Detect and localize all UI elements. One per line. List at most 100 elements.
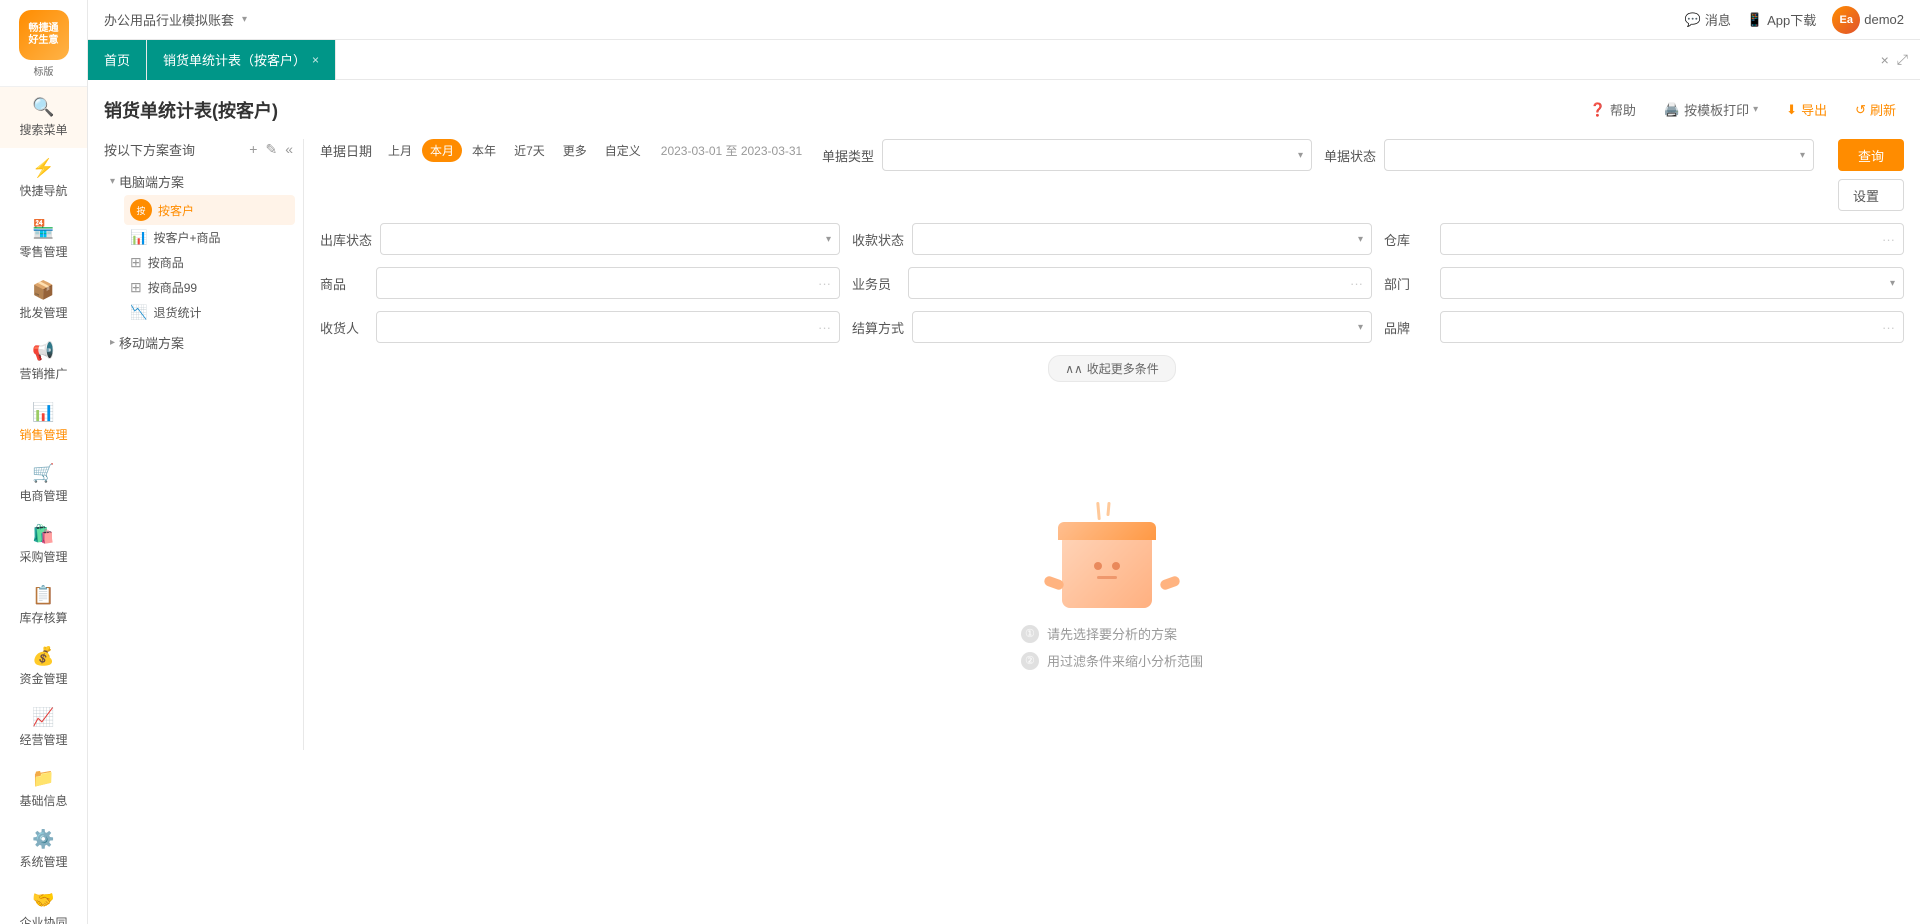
filter-date-col: 单据日期 上月 本月 本年 近7天 更多 自定义 2023-03-01 至 20… [320,139,810,162]
add-scheme-icon[interactable]: + [247,139,259,160]
date-tab-7days[interactable]: 近7天 [506,139,553,162]
tree-by-goods-label: 按商品 [148,254,184,271]
inventory-icon: 📋 [32,585,54,606]
tree-item-by-goods99[interactable]: ⊞ 按商品99 [124,275,295,300]
system-icon: ⚙️ [32,829,54,850]
message-icon: 💬 [1685,12,1701,28]
tree-sub-items: 按 按客户 📊 按客户+商品 ⊞ 按商品 ⊞ [104,195,295,325]
eye-left [1094,562,1102,570]
print-dropdown-icon[interactable]: ▾ [1753,104,1758,115]
sidebar-item-search[interactable]: 🔍 搜索菜单 [0,87,87,148]
user-profile[interactable]: Ea demo2 [1832,6,1904,34]
tab-home-label: 首页 [104,50,130,69]
doc-type-arrow-icon: ▾ [1298,150,1303,161]
doc-type-control[interactable]: ▾ [882,139,1312,171]
left-panel-title: 按以下方案查询 [104,140,195,159]
tabs-bar: 首页 销货单统计表（按客户） × × ⤢ [88,40,1920,80]
sidebar-item-basic[interactable]: 📁 基础信息 [0,758,87,819]
purchase-icon: 🛍️ [32,524,54,545]
sidebar-item-enterprise[interactable]: 🤝 企业协同 [0,880,87,924]
tree-by-customer-label: 按客户 [158,202,194,219]
tree-mobile-group[interactable]: ▸ 移动端方案 [104,329,295,356]
logo[interactable]: 畅捷通好生意 标版 [0,0,87,87]
help-icon: ❓ [1590,102,1606,118]
collapse-button[interactable]: ∧∧ 收起更多条件 [1048,355,1176,382]
breadcrumb-dropdown-icon[interactable]: ▾ [242,14,247,25]
out-status-arrow-icon: ▾ [826,234,831,245]
receipt-status-control[interactable]: ▾ [912,223,1372,255]
collapse-panel-icon[interactable]: « [283,139,295,160]
logo-subtitle: 标版 [34,63,54,78]
sidebar-item-retail-label: 零售管理 [19,243,67,260]
sidebar-item-ecommerce-label: 电商管理 [19,487,67,504]
brand-control[interactable]: ··· [1440,311,1904,343]
sidebar-item-marketing[interactable]: 📢 营销推广 [0,331,87,392]
settle-control[interactable]: ▾ [912,311,1372,343]
left-panel: 按以下方案查询 + ✎ « ▾ 电脑端方案 [104,139,304,750]
tree-item-return-stats[interactable]: 📉 退货统计 [124,300,295,325]
top-header: 办公用品行业模拟账套 ▾ 💬 消息 📱 App下载 Ea demo2 [88,0,1920,40]
sidebar-item-quicknav[interactable]: ⚡ 快捷导航 [0,148,87,209]
user-avatar: Ea [1832,6,1860,34]
settle-label: 结算方式 [852,318,904,337]
app-download-button[interactable]: 📱 App下载 [1747,10,1816,29]
date-tab-this-month[interactable]: 本月 [422,139,462,162]
ecommerce-icon: 🛒 [32,463,54,484]
dept-control[interactable]: ▾ [1440,267,1904,299]
refresh-icon: ↺ [1855,102,1866,118]
tree-item-by-customer[interactable]: 按 按客户 [124,195,295,225]
date-tab-custom[interactable]: 自定义 [597,139,649,162]
sidebar-navigation: 🔍 搜索菜单 ⚡ 快捷导航 🏪 零售管理 📦 批发管理 📢 营销推广 📊 销售管… [0,87,87,924]
sidebar-item-purchase[interactable]: 🛍️ 采购管理 [0,514,87,575]
edit-scheme-icon[interactable]: ✎ [263,139,279,160]
salesperson-control[interactable]: ··· [908,267,1372,299]
export-button[interactable]: ⬇ 导出 [1778,96,1835,123]
tab-sales-stats[interactable]: 销货单统计表（按客户） × [147,40,336,80]
receiver-label: 收货人 [320,318,368,337]
tree-item-by-goods[interactable]: ⊞ 按商品 [124,250,295,275]
breadcrumb-text: 办公用品行业模拟账套 [104,10,234,29]
receiver-control[interactable]: ··· [376,311,840,343]
tab-maximize-button[interactable]: ⤢ [1897,51,1908,68]
steam-1 [1096,502,1101,520]
date-tab-more[interactable]: 更多 [555,139,595,162]
filter-date-row: 单据日期 上月 本月 本年 近7天 更多 自定义 2023-03-01 至 20… [320,139,810,162]
box-top [1058,522,1156,540]
help-button[interactable]: ❓ 帮助 [1582,96,1644,123]
sidebar-item-ecommerce[interactable]: 🛒 电商管理 [0,453,87,514]
sidebar-item-wholesale[interactable]: 📦 批发管理 [0,270,87,331]
tree-item-by-customer-goods[interactable]: 📊 按客户+商品 [124,225,295,250]
action-buttons: 查询 设置 [1838,139,1904,211]
tree-chevron-icon: ▾ [110,176,115,187]
filter-row-3: 商品 ··· 业务员 ··· [320,267,1904,299]
tab-close-icon[interactable]: × [312,53,319,67]
empty-state: ① 请先选择要分析的方案 ② 用过滤条件来缩小分析范围 [320,398,1904,750]
warehouse-control[interactable]: ··· [1440,223,1904,255]
sidebar-item-finance[interactable]: 💰 资金管理 [0,636,87,697]
doc-status-control[interactable]: ▾ [1384,139,1814,171]
date-tab-last-month[interactable]: 上月 [380,139,420,162]
sidebar-item-business[interactable]: 📈 经营管理 [0,697,87,758]
business-icon: 📈 [32,707,54,728]
sidebar-item-inventory[interactable]: 📋 库存核算 [0,575,87,636]
query-button[interactable]: 查询 [1838,139,1904,171]
export-icon: ⬇ [1786,102,1797,118]
message-button[interactable]: 💬 消息 [1685,10,1731,29]
page-actions: ❓ 帮助 🖨️ 按模板打印 ▾ ⬇ 导出 ↺ 刷新 [1582,96,1904,123]
download-icon: 📱 [1747,12,1763,28]
sidebar-item-system[interactable]: ⚙️ 系统管理 [0,819,87,880]
sidebar-item-retail[interactable]: 🏪 零售管理 [0,209,87,270]
settings-button[interactable]: 设置 [1838,179,1904,211]
goods-control[interactable]: ··· [376,267,840,299]
tab-close-window-button[interactable]: × [1881,52,1889,68]
goods-label: 商品 [320,274,368,293]
tree-by-goods99-label: 按商品99 [148,279,197,296]
out-status-control[interactable]: ▾ [380,223,840,255]
tree-desktop-group[interactable]: ▾ 电脑端方案 [104,168,295,195]
sidebar-item-sales[interactable]: 📊 销售管理 [0,392,87,453]
brand-dots-icon: ··· [1882,320,1895,335]
date-tab-this-year[interactable]: 本年 [464,139,504,162]
refresh-button[interactable]: ↺ 刷新 [1847,96,1904,123]
tab-home[interactable]: 首页 [88,40,147,80]
print-button[interactable]: 🖨️ 按模板打印 ▾ [1656,96,1766,123]
